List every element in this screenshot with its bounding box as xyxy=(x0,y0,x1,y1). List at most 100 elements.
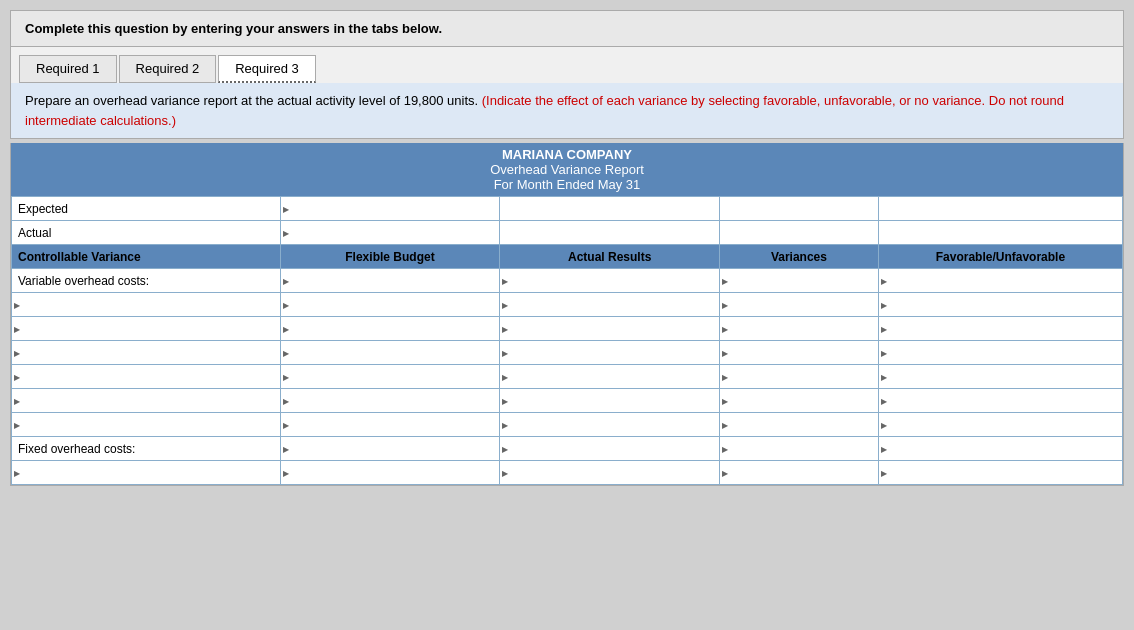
fixed-row1-var-input[interactable] xyxy=(726,466,872,480)
fixed-row1-label-cell xyxy=(12,461,281,485)
var-costs-fav-cell xyxy=(878,269,1122,293)
var-row2-flex-input[interactable] xyxy=(287,322,494,336)
var-row4-fav-input[interactable] xyxy=(885,370,1116,384)
var-costs-fav-input[interactable] xyxy=(885,274,1116,288)
var-data-row-1 xyxy=(12,293,1123,317)
var-costs-actual-input[interactable] xyxy=(506,274,713,288)
var-row6-flex-input[interactable] xyxy=(287,418,494,432)
expected-flex-input[interactable] xyxy=(287,202,494,216)
var-row2-flex-cell xyxy=(280,317,500,341)
report-title: Overhead Variance Report xyxy=(11,162,1123,177)
var-row6-var-input[interactable] xyxy=(726,418,872,432)
var-row5-label-cell xyxy=(12,389,281,413)
var-row6-label-cell xyxy=(12,413,281,437)
var-row4-flex-input[interactable] xyxy=(287,370,494,384)
fixed-row1-flex-input[interactable] xyxy=(287,466,494,480)
var-costs-flex-input[interactable] xyxy=(287,274,494,288)
var-row6-label-input[interactable] xyxy=(18,418,274,432)
var-row2-label-input[interactable] xyxy=(18,322,274,336)
var-row5-label-input[interactable] xyxy=(18,394,274,408)
var-row3-actual-input[interactable] xyxy=(506,346,713,360)
var-row2-fav-cell xyxy=(878,317,1122,341)
description-box: Prepare an overhead variance report at t… xyxy=(10,83,1124,139)
var-row1-actual-input[interactable] xyxy=(506,298,713,312)
var-row3-flex-input[interactable] xyxy=(287,346,494,360)
tab-required-2[interactable]: Required 2 xyxy=(119,55,217,83)
header-favorable: Favorable/Unfavorable xyxy=(878,245,1122,269)
var-row1-flex-cell xyxy=(280,293,500,317)
report-subtitle: For Month Ended May 31 xyxy=(11,177,1123,192)
var-row4-actual-input[interactable] xyxy=(506,370,713,384)
var-row3-actual-cell xyxy=(500,341,720,365)
var-row6-actual-input[interactable] xyxy=(506,418,713,432)
tab-required-3[interactable]: Required 3 xyxy=(218,55,316,83)
var-row2-label-cell xyxy=(12,317,281,341)
var-row5-fav-cell xyxy=(878,389,1122,413)
header-actual: Actual Results xyxy=(500,245,720,269)
fixed-row1-var-cell xyxy=(720,461,879,485)
fixed-row1-actual-input[interactable] xyxy=(506,466,713,480)
var-row1-actual-cell xyxy=(500,293,720,317)
fixed-costs-var-input[interactable] xyxy=(726,442,872,456)
var-row1-fav-cell xyxy=(878,293,1122,317)
var-row4-flex-cell xyxy=(280,365,500,389)
tab-required-1[interactable]: Required 1 xyxy=(19,55,117,83)
var-row6-var-cell xyxy=(720,413,879,437)
actual-fav-cell xyxy=(878,221,1122,245)
var-row5-var-input[interactable] xyxy=(726,394,872,408)
var-row5-var-cell xyxy=(720,389,879,413)
var-row4-var-cell xyxy=(720,365,879,389)
fixed-costs-fav-cell xyxy=(878,437,1122,461)
var-row3-var-input[interactable] xyxy=(726,346,872,360)
fixed-row1-fav-input[interactable] xyxy=(885,466,1116,480)
fixed-costs-var-cell xyxy=(720,437,879,461)
expected-actual-cell xyxy=(500,197,720,221)
actual-flex-input[interactable] xyxy=(287,226,494,240)
fixed-costs-flex-cell xyxy=(280,437,500,461)
var-row1-fav-input[interactable] xyxy=(885,298,1116,312)
expected-fav-cell xyxy=(878,197,1122,221)
fixed-costs-flex-input[interactable] xyxy=(287,442,494,456)
fixed-costs-actual-input[interactable] xyxy=(506,442,713,456)
var-row5-flex-input[interactable] xyxy=(287,394,494,408)
var-row3-flex-cell xyxy=(280,341,500,365)
var-costs-var-input[interactable] xyxy=(726,274,872,288)
var-row2-actual-cell xyxy=(500,317,720,341)
report-table: Expected Actual Controllable xyxy=(11,196,1123,485)
var-row6-flex-cell xyxy=(280,413,500,437)
fixed-row1-label-input[interactable] xyxy=(18,466,274,480)
var-row6-fav-input[interactable] xyxy=(885,418,1116,432)
var-row2-var-input[interactable] xyxy=(726,322,872,336)
var-row1-label-input[interactable] xyxy=(18,298,274,312)
var-row1-var-cell xyxy=(720,293,879,317)
report-container: MARIANA COMPANY Overhead Variance Report… xyxy=(10,143,1124,486)
actual-flex-input-cell xyxy=(280,221,500,245)
variable-costs-label: Variable overhead costs: xyxy=(12,269,281,293)
var-row2-fav-input[interactable] xyxy=(885,322,1116,336)
var-row4-label-input[interactable] xyxy=(18,370,274,384)
var-row4-fav-cell xyxy=(878,365,1122,389)
expected-flex-input-cell xyxy=(280,197,500,221)
var-row3-label-input[interactable] xyxy=(18,346,274,360)
var-costs-actual-cell xyxy=(500,269,720,293)
expected-label: Expected xyxy=(12,197,281,221)
fixed-row1-flex-cell xyxy=(280,461,500,485)
var-row4-actual-cell xyxy=(500,365,720,389)
var-row1-flex-input[interactable] xyxy=(287,298,494,312)
var-row3-fav-input[interactable] xyxy=(885,346,1116,360)
var-row4-var-input[interactable] xyxy=(726,370,872,384)
var-row5-fav-input[interactable] xyxy=(885,394,1116,408)
report-header: MARIANA COMPANY Overhead Variance Report… xyxy=(11,143,1123,196)
var-row4-label-cell xyxy=(12,365,281,389)
expected-var-cell xyxy=(720,197,879,221)
fixed-data-row-1 xyxy=(12,461,1123,485)
company-name: MARIANA COMPANY xyxy=(11,147,1123,162)
var-row3-var-cell xyxy=(720,341,879,365)
var-costs-flex-cell xyxy=(280,269,500,293)
description-plain: Prepare an overhead variance report at t… xyxy=(25,93,482,108)
var-row2-actual-input[interactable] xyxy=(506,322,713,336)
instruction-box: Complete this question by entering your … xyxy=(10,10,1124,47)
var-row5-actual-input[interactable] xyxy=(506,394,713,408)
var-row1-var-input[interactable] xyxy=(726,298,872,312)
fixed-costs-fav-input[interactable] xyxy=(885,442,1116,456)
